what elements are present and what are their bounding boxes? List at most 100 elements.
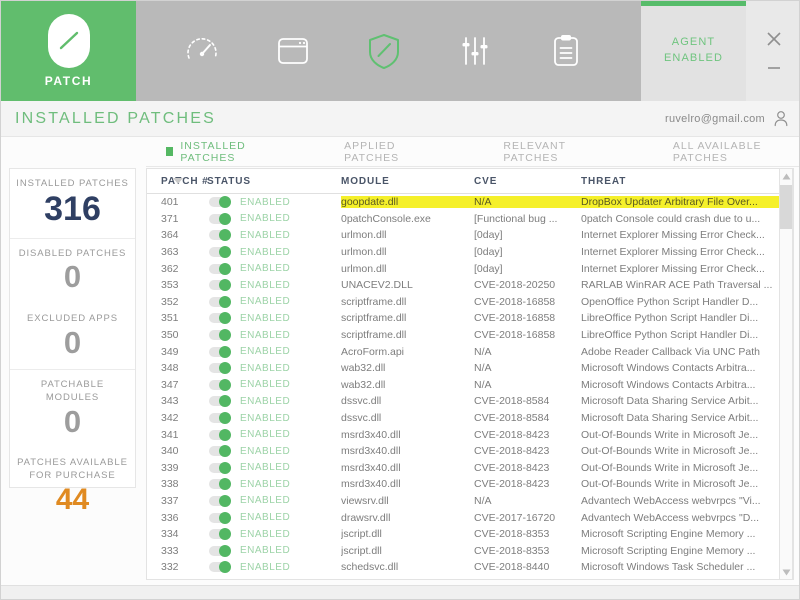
table-row[interactable]: 334 ENABLED jscript.dll CVE-2018-8353 Micros… <box>147 526 793 543</box>
status-label: ENABLED <box>240 329 291 341</box>
column-header-cve[interactable]: CVE <box>474 176 581 187</box>
table-row[interactable]: 351 ENABLED scriptframe.dll CVE-2018-16858 L… <box>147 310 793 327</box>
table-row[interactable]: 350 ENABLED scriptframe.dll CVE-2018-16858 L… <box>147 327 793 344</box>
patch-pill-icon <box>47 14 90 68</box>
status-toggle[interactable] <box>209 561 231 574</box>
cell-status: ENABLED <box>209 494 341 507</box>
table-row[interactable]: 341 ENABLED msrd3x40.dll CVE-2018-8423 Out-O… <box>147 426 793 443</box>
table-row[interactable]: 347 ENABLED wab32.dll N/A Microsoft Windows … <box>147 377 793 394</box>
table-row[interactable]: 339 ENABLED msrd3x40.dll CVE-2018-8423 Out-O… <box>147 460 793 477</box>
minimize-icon[interactable] <box>765 64 783 72</box>
cell-threat: Out-Of-Bounds Write in Microsoft Je... <box>581 478 759 491</box>
table-row[interactable]: 363 ENABLED urlmon.dll [0day] Internet Explo… <box>147 244 793 261</box>
cell-status: ENABLED <box>209 262 341 275</box>
status-toggle[interactable] <box>209 362 231 375</box>
status-toggle[interactable] <box>209 528 231 541</box>
table-row[interactable]: 338 ENABLED msrd3x40.dll CVE-2018-8423 Out-O… <box>147 476 793 493</box>
cell-module: AcroForm.api <box>341 345 405 358</box>
status-toggle[interactable] <box>209 544 231 557</box>
stat-label: PATCHABLE MODULES <box>40 379 105 404</box>
status-label: ENABLED <box>240 545 291 557</box>
cell-patch-number: 362 <box>161 262 179 275</box>
table-row[interactable]: 352 ENABLED scriptframe.dll CVE-2018-16858 O… <box>147 294 793 311</box>
status-toggle[interactable] <box>209 212 231 225</box>
status-toggle[interactable] <box>209 412 231 425</box>
table-scrollbar[interactable] <box>779 168 793 580</box>
brand-logo[interactable]: PATCH <box>1 1 136 101</box>
cell-status: ENABLED <box>209 544 341 557</box>
status-toggle[interactable] <box>209 378 231 391</box>
column-header-threat[interactable]: THREAT <box>581 176 779 187</box>
status-label: ENABLED <box>240 346 291 358</box>
status-toggle[interactable] <box>209 395 231 408</box>
cell-status: ENABLED <box>209 412 341 425</box>
table-row[interactable]: 332 ENABLED schedsvc.dll CVE-2018-8440 Micro… <box>147 559 793 576</box>
table-row[interactable]: 349 ENABLED AcroForm.api N/A Adobe Reader Ca… <box>147 343 793 360</box>
patch-console-window: PATCH AGENT ENABLED INSTALLED PATCHES ru… <box>0 0 800 600</box>
status-label: ENABLED <box>240 263 291 275</box>
table-row[interactable]: 336 ENABLED drawsrv.dll CVE-2017-16720 Advan… <box>147 509 793 526</box>
cell-patch-number: 332 <box>161 561 179 574</box>
status-toggle[interactable] <box>209 511 231 524</box>
status-toggle[interactable] <box>209 262 231 275</box>
status-toggle[interactable] <box>209 461 231 474</box>
status-toggle[interactable] <box>209 196 231 209</box>
tab-all-available-patches[interactable]: ALL AVAILABLE PATCHES <box>667 140 799 164</box>
status-toggle[interactable] <box>209 295 231 308</box>
status-label: ENABLED <box>240 429 291 441</box>
status-toggle[interactable] <box>209 345 231 358</box>
column-header-module[interactable]: MODULE <box>341 176 474 187</box>
cell-threat: Microsoft Scripting Engine Memory ... <box>581 528 756 541</box>
person-avatar-icon[interactable] <box>773 110 789 127</box>
browser-window-icon[interactable] <box>266 24 320 78</box>
table-row[interactable]: 337 ENABLED viewsrv.dll N/A Advantech WebAcc… <box>147 493 793 510</box>
status-toggle[interactable] <box>209 229 231 242</box>
tab-relevant-patches[interactable]: RELEVANT PATCHES <box>497 140 609 164</box>
cell-threat: OpenOffice Python Script Handler D... <box>581 295 759 308</box>
table-row[interactable]: 401 ENABLED goopdate.dll N/A DropBox Updater… <box>147 194 793 211</box>
triangle-down-icon[interactable] <box>780 565 792 579</box>
table-row[interactable]: 371 ENABLED 0patchConsole.exe [Functional b… <box>147 211 793 228</box>
shield-check-icon[interactable] <box>357 24 411 78</box>
table-row[interactable]: 362 ENABLED urlmon.dll [0day] Internet Explo… <box>147 260 793 277</box>
status-toggle[interactable] <box>209 329 231 342</box>
tab-applied-patches[interactable]: APPLIED PATCHES <box>338 140 441 164</box>
triangle-up-icon[interactable] <box>780 169 792 183</box>
table-row[interactable]: 342 ENABLED dssvc.dll CVE-2018-8584 Microsof… <box>147 410 793 427</box>
status-toggle[interactable] <box>209 279 231 292</box>
status-toggle[interactable] <box>209 445 231 458</box>
table-row[interactable]: 348 ENABLED wab32.dll N/A Microsoft Windows … <box>147 360 793 377</box>
sliders-icon[interactable] <box>448 24 502 78</box>
status-toggle[interactable] <box>209 428 231 441</box>
table-row[interactable]: 343 ENABLED dssvc.dll CVE-2018-8584 Microsof… <box>147 393 793 410</box>
tab-installed-patches[interactable]: INSTALLED PATCHES <box>160 140 288 164</box>
speedometer-icon[interactable] <box>175 24 229 78</box>
tab-label: APPLIED PATCHES <box>344 139 400 164</box>
cell-status: ENABLED <box>209 528 341 541</box>
status-toggle[interactable] <box>209 478 231 491</box>
user-email-label: ruvelro@gmail.com <box>664 112 765 125</box>
table-row[interactable]: 364 ENABLED urlmon.dll [0day] Internet Explo… <box>147 227 793 244</box>
status-toggle[interactable] <box>209 312 231 325</box>
table-row[interactable]: 333 ENABLED jscript.dll CVE-2018-8353 Micros… <box>147 542 793 559</box>
cell-module: jscript.dll <box>341 544 382 557</box>
user-account-area[interactable]: ruvelro@gmail.com <box>665 110 789 127</box>
cell-patch-number: 371 <box>161 212 179 225</box>
cell-status: ENABLED <box>209 445 341 458</box>
status-toggle[interactable] <box>209 494 231 507</box>
table-row[interactable]: 340 ENABLED msrd3x40.dll CVE-2018-8423 Out-O… <box>147 443 793 460</box>
scroll-thumb[interactable] <box>780 185 792 229</box>
cell-cve: CVE-2018-20250 <box>474 279 556 292</box>
agent-status-panel[interactable]: AGENT ENABLED <box>641 1 746 101</box>
status-label: ENABLED <box>240 512 291 524</box>
clipboard-icon[interactable] <box>539 24 593 78</box>
scroll-track[interactable] <box>780 183 792 565</box>
cell-threat: Microsoft Windows Contacts Arbitra... <box>581 378 756 391</box>
sort-descending-icon[interactable] <box>173 178 183 184</box>
cell-patch-number: 351 <box>161 312 179 325</box>
status-toggle[interactable] <box>209 246 231 259</box>
close-icon[interactable] <box>765 30 783 48</box>
column-header-patch-number[interactable]: PATCH # <box>161 176 209 187</box>
column-header-status[interactable]: STATUS <box>173 176 341 187</box>
table-row[interactable]: 353 ENABLED UNACEV2.DLL CVE-2018-20250 RARLA… <box>147 277 793 294</box>
